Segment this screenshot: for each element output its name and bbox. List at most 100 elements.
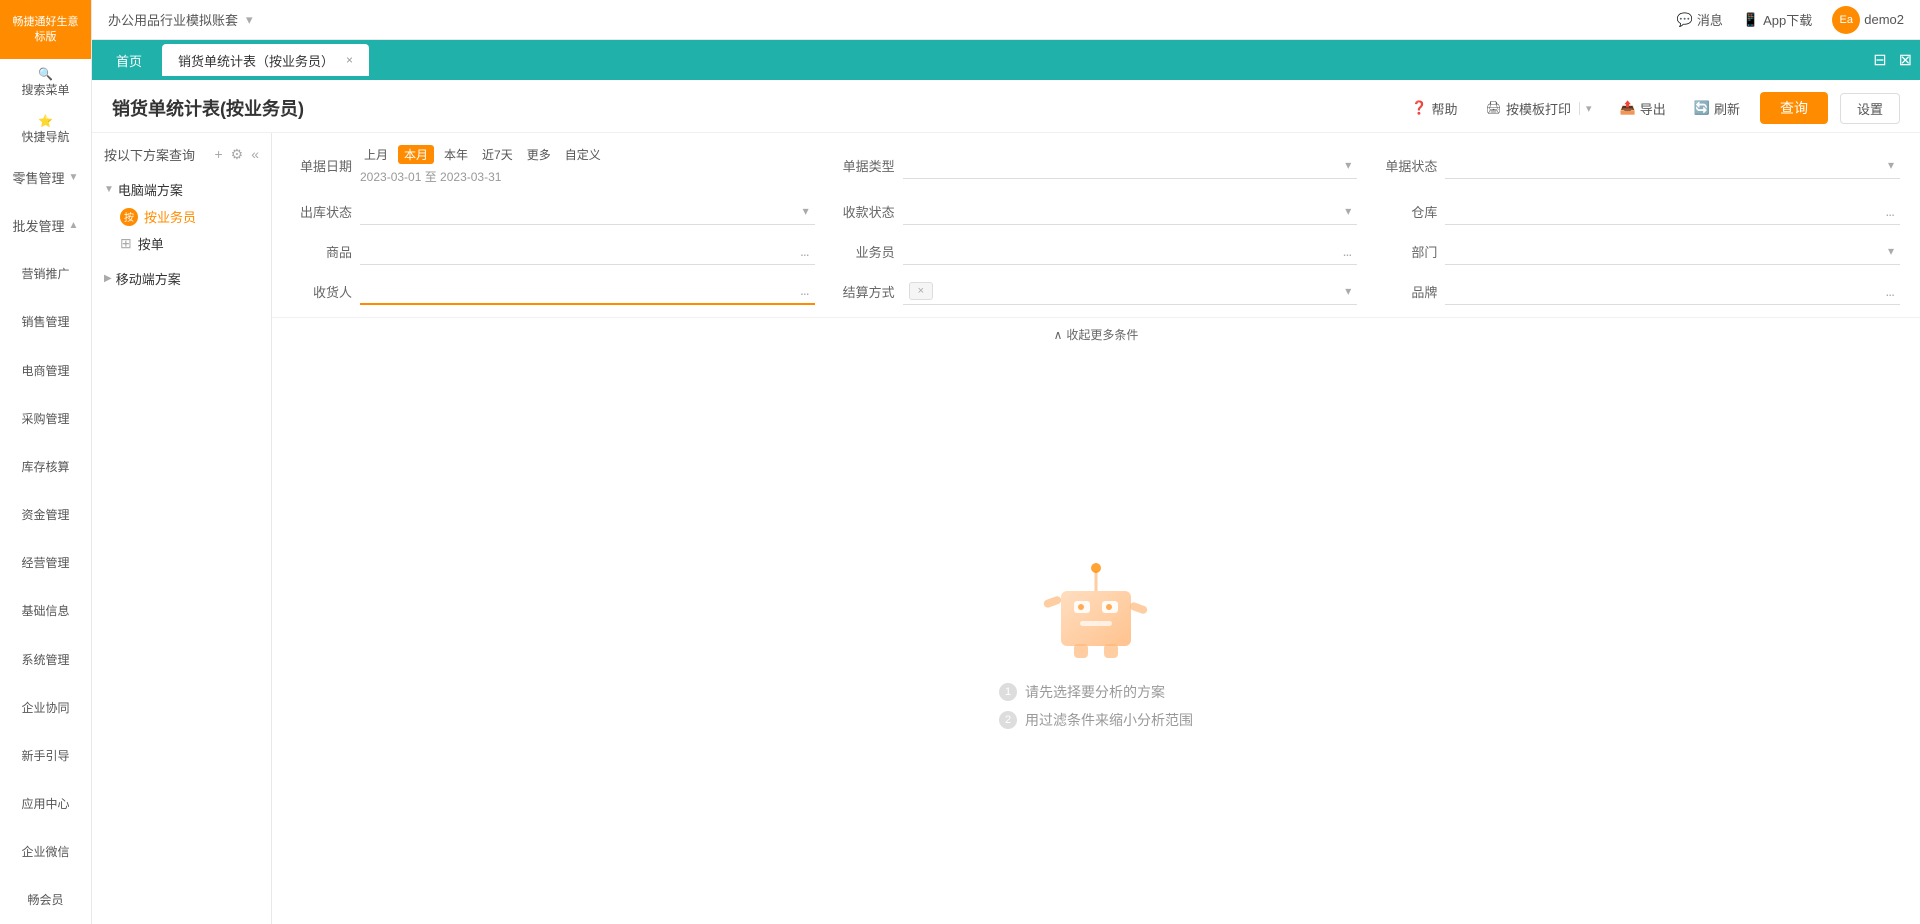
scheme-add-icon[interactable]: + bbox=[214, 146, 222, 163]
doctype-select[interactable]: ▾ bbox=[903, 151, 1358, 179]
sidebar-item-ecommerce[interactable]: 电商管理 bbox=[0, 346, 91, 394]
refresh-btn[interactable]: 🔄 刷新 bbox=[1686, 95, 1748, 122]
sidebar-item-finance-label: 资金管理 bbox=[21, 506, 69, 523]
tab-close-icon[interactable]: × bbox=[346, 53, 353, 67]
scheme-panel: 按以下方案查询 + ⚙ « ▼ 电脑端方案 按 bbox=[92, 133, 272, 924]
date-btn-thismonth[interactable]: 本月 bbox=[398, 145, 434, 164]
app-download-btn[interactable]: 📱 App下载 bbox=[1743, 10, 1812, 29]
print-icon: 🖨 bbox=[1486, 100, 1503, 116]
collapse-btn[interactable]: ∧ 收起更多条件 bbox=[272, 318, 1920, 351]
message-icon: 💬 bbox=[1677, 12, 1693, 28]
salesperson-label: 业务员 bbox=[835, 242, 895, 261]
warehouse-select[interactable]: ... bbox=[1445, 197, 1900, 225]
sidebar-item-marketing-label: 营销推广 bbox=[21, 265, 69, 282]
salesperson-select[interactable]: ... bbox=[903, 237, 1358, 265]
receiptstatus-select[interactable]: ▾ bbox=[903, 197, 1358, 225]
sidebar-item-basic[interactable]: 基础信息 bbox=[0, 587, 91, 635]
salesperson-dots-icon[interactable]: ... bbox=[1343, 243, 1352, 259]
desktop-expand-arrow: ▼ bbox=[104, 184, 114, 195]
sidebar-item-wechat[interactable]: 企业微信 bbox=[0, 828, 91, 876]
export-btn[interactable]: 📤 导出 bbox=[1612, 95, 1674, 122]
sidebar-item-purchase[interactable]: 采购管理 bbox=[0, 394, 91, 442]
sidebar-item-enterprise[interactable]: 企业协同 bbox=[0, 683, 91, 731]
brand-select[interactable]: ... bbox=[1445, 277, 1900, 305]
department-label: 部门 bbox=[1377, 242, 1437, 261]
product-select[interactable]: ... bbox=[360, 237, 815, 265]
order-scheme-icon: ⊞ bbox=[120, 235, 132, 252]
sidebar-item-operation[interactable]: 经营管理 bbox=[0, 539, 91, 587]
help-btn[interactable]: ❓ 帮助 bbox=[1403, 95, 1465, 122]
app-logo[interactable]: 畅捷通好生意 标版 bbox=[0, 0, 91, 59]
sidebar-search[interactable]: 🔍 搜索菜单 bbox=[0, 59, 91, 106]
sidebar-item-wechat-label: 企业微信 bbox=[21, 843, 69, 860]
scheme-sub-order[interactable]: ⊞ 按单 bbox=[92, 230, 271, 257]
tab-maximize-icon[interactable]: ⊠ bbox=[1899, 50, 1912, 70]
scheme-group-desktop-header[interactable]: ▼ 电脑端方案 bbox=[92, 176, 271, 203]
sidebar: 畅捷通好生意 标版 🔍 搜索菜单 ⭐ 快捷导航 零售管理 ▼ 批发管理 ▲ 营销… bbox=[0, 0, 92, 924]
empty-text: 1 请先选择要分析的方案 2 用过滤条件来缩小分析范围 bbox=[999, 682, 1193, 730]
sidebar-item-member-label: 畅会员 bbox=[27, 891, 63, 908]
message-btn[interactable]: 💬 消息 bbox=[1677, 10, 1723, 29]
empty-illustration bbox=[1036, 546, 1156, 666]
tab-sales-stat-label: 销货单统计表（按业务员） bbox=[178, 51, 334, 70]
tab-minimize-icon[interactable]: ⊟ bbox=[1873, 50, 1886, 70]
scheme-settings-icon[interactable]: ⚙ bbox=[231, 146, 244, 163]
query-button[interactable]: 查询 bbox=[1760, 92, 1828, 124]
settlement-tag-close[interactable]: × bbox=[918, 285, 924, 297]
warehouse-label: 仓库 bbox=[1377, 202, 1437, 221]
scheme-header: 按以下方案查询 + ⚙ « bbox=[92, 141, 271, 172]
date-btn-lastmonth[interactable]: 上月 bbox=[360, 145, 392, 164]
date-btn-custom[interactable]: 自定义 bbox=[561, 145, 605, 164]
sidebar-item-finance[interactable]: 资金管理 bbox=[0, 490, 91, 538]
user-menu[interactable]: Ea demo2 bbox=[1832, 6, 1904, 34]
scheme-group-desktop: ▼ 电脑端方案 按 按业务员 ⊞ 按单 bbox=[92, 172, 271, 261]
set-button[interactable]: 设置 bbox=[1840, 93, 1900, 124]
app-download-label: App下载 bbox=[1763, 10, 1812, 29]
outstatus-select[interactable]: ▾ bbox=[360, 197, 815, 225]
sidebar-item-retail-label: 零售管理 bbox=[13, 168, 65, 187]
filter-row-settlement: 结算方式 × ▾ bbox=[835, 277, 1358, 305]
tab-sales-stat[interactable]: 销货单统计表（按业务员） × bbox=[162, 44, 369, 76]
receiver-select[interactable]: ... bbox=[360, 277, 815, 305]
sidebar-item-inventory[interactable]: 库存核算 bbox=[0, 442, 91, 490]
brand-dots-icon[interactable]: ... bbox=[1885, 283, 1894, 299]
scheme-group-mobile-header[interactable]: ▶ 移动端方案 bbox=[92, 265, 271, 292]
print-dropdown-arrow[interactable]: ▾ bbox=[1579, 102, 1592, 115]
sidebar-item-wholesale[interactable]: 批发管理 ▲ bbox=[0, 201, 91, 249]
sidebar-item-newbie[interactable]: 新手引导 bbox=[0, 731, 91, 779]
sidebar-item-retail[interactable]: 零售管理 ▼ bbox=[0, 153, 91, 201]
sidebar-quick-nav[interactable]: ⭐ 快捷导航 bbox=[0, 106, 91, 153]
quick-icon: ⭐ bbox=[38, 114, 53, 128]
company-dropdown-icon[interactable]: ▾ bbox=[246, 12, 253, 28]
scheme-collapse-icon[interactable]: « bbox=[251, 146, 259, 163]
date-btn-more[interactable]: 更多 bbox=[523, 145, 555, 164]
filter-grid: 单据日期 上月 本月 本年 近7天 更多 自定义 20 bbox=[272, 133, 1920, 318]
collapse-label: 收起更多条件 bbox=[1066, 326, 1138, 343]
order-scheme-label: 按单 bbox=[138, 234, 164, 253]
sidebar-item-system[interactable]: 系统管理 bbox=[0, 635, 91, 683]
receiver-dots-icon[interactable]: ... bbox=[800, 282, 809, 298]
department-select[interactable]: ▾ bbox=[1445, 237, 1900, 265]
product-dots-icon[interactable]: ... bbox=[800, 243, 809, 259]
date-btn-7days[interactable]: 近7天 bbox=[478, 145, 517, 164]
print-btn[interactable]: 🖨 按模板打印 ▾ bbox=[1478, 95, 1600, 122]
date-btn-thisyear[interactable]: 本年 bbox=[440, 145, 472, 164]
warehouse-dots-icon[interactable]: ... bbox=[1885, 203, 1894, 219]
settlement-chevron-icon: ▾ bbox=[1345, 284, 1351, 298]
sidebar-item-marketing[interactable]: 营销推广 bbox=[0, 250, 91, 298]
scheme-group-mobile: ▶ 移动端方案 bbox=[92, 261, 271, 296]
page-actions: ❓ 帮助 🖨 按模板打印 ▾ 📤 导出 🔄 刷新 bbox=[1403, 92, 1900, 124]
current-company: 办公用品行业模拟账套 bbox=[108, 10, 238, 29]
settlement-select[interactable]: × ▾ bbox=[903, 277, 1358, 305]
collapse-icon: ∧ bbox=[1054, 328, 1063, 342]
scheme-sub-salesperson[interactable]: 按 按业务员 bbox=[92, 203, 271, 230]
tab-home[interactable]: 首页 bbox=[100, 44, 158, 76]
sidebar-item-appstore[interactable]: 应用中心 bbox=[0, 780, 91, 828]
search-icon: 🔍 bbox=[38, 67, 53, 81]
step1-num: 1 bbox=[999, 683, 1017, 701]
sidebar-item-sales[interactable]: 销售管理 bbox=[0, 298, 91, 346]
docstatus-select[interactable]: ▾ bbox=[1445, 151, 1900, 179]
sidebar-item-member[interactable]: 畅会员 bbox=[0, 876, 91, 924]
step2-label: 用过滤条件来缩小分析范围 bbox=[1025, 710, 1193, 730]
scheme-header-label: 按以下方案查询 bbox=[104, 145, 195, 164]
